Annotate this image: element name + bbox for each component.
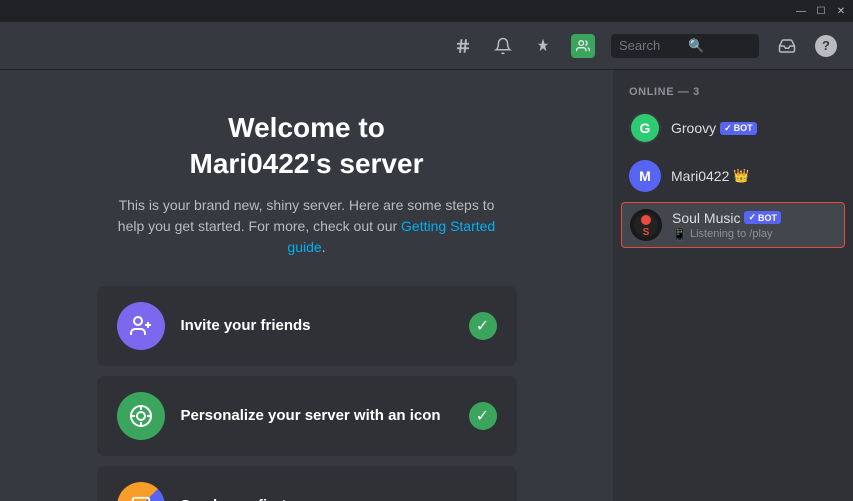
- member-groovy[interactable]: G Groovy ✓ BOT: [621, 106, 845, 150]
- task-message[interactable]: Send your first message ›: [97, 466, 517, 501]
- minimize-button[interactable]: —: [795, 5, 807, 17]
- task-invite-label: Invite your friends: [181, 317, 453, 334]
- help-icon[interactable]: ?: [815, 35, 837, 57]
- member-soul-info: Soul Music ✓ BOT 📱 Listening to /play: [672, 210, 836, 241]
- bell-icon[interactable]: [491, 34, 515, 58]
- member-soul-music[interactable]: S Soul Music ✓ BOT 📱 Listening to /play: [621, 202, 845, 248]
- avatar-mari0422: M: [629, 160, 661, 192]
- member-mari-name: Mari0422: [671, 168, 729, 184]
- title-bar: — ☐ ✕: [0, 0, 853, 22]
- task-message-icon: [117, 482, 165, 501]
- members-icon[interactable]: [571, 34, 595, 58]
- welcome-area: Welcome to Mari0422's server This is you…: [0, 70, 613, 501]
- welcome-title: Welcome to Mari0422's server: [190, 110, 424, 183]
- task-personalize-label: Personalize your server with an icon: [181, 407, 453, 424]
- task-message-label: Send your first message: [181, 497, 475, 501]
- member-mari0422[interactable]: M Mari0422 👑: [621, 154, 845, 198]
- task-invite-icon: [117, 302, 165, 350]
- task-personalize-check: ✓: [469, 402, 497, 430]
- phone-status-icon: 📱: [672, 227, 687, 241]
- member-mari-info: Mari0422 👑: [671, 168, 837, 184]
- members-sidebar: ONLINE — 3 G Groovy ✓ BOT: [613, 70, 853, 501]
- avatar-groovy: G: [629, 112, 661, 144]
- member-soul-status: 📱 Listening to /play: [672, 227, 836, 241]
- member-soul-name-row: Soul Music ✓ BOT: [672, 210, 836, 226]
- search-icon: 🔍: [688, 38, 751, 54]
- task-invite[interactable]: Invite your friends ✓: [97, 286, 517, 366]
- task-message-arrow: ›: [491, 495, 497, 501]
- svg-text:S: S: [643, 227, 650, 238]
- welcome-description: This is your brand new, shiny server. He…: [117, 195, 497, 258]
- online-count-header: ONLINE — 3: [621, 86, 845, 98]
- member-soul-bot-badge: ✓ BOT: [744, 211, 781, 224]
- task-personalize[interactable]: Personalize your server with an icon ✓: [97, 376, 517, 456]
- crown-icon: 👑: [733, 168, 749, 184]
- member-mari-name-row: Mari0422 👑: [671, 168, 837, 184]
- svg-text:G: G: [640, 120, 651, 136]
- main-content: Welcome to Mari0422's server This is you…: [0, 70, 853, 501]
- inbox-icon[interactable]: [775, 34, 799, 58]
- toolbar: Search 🔍 ?: [0, 22, 853, 70]
- member-groovy-bot-badge: ✓ BOT: [720, 122, 757, 135]
- avatar-soul-music: S: [630, 209, 662, 241]
- maximize-button[interactable]: ☐: [815, 5, 827, 17]
- member-groovy-name-row: Groovy ✓ BOT: [671, 120, 837, 136]
- pin-icon[interactable]: [531, 34, 555, 58]
- search-placeholder: Search: [619, 38, 682, 53]
- close-button[interactable]: ✕: [835, 5, 847, 17]
- task-list: Invite your friends ✓ Personalize your s…: [97, 286, 517, 501]
- task-personalize-icon: [117, 392, 165, 440]
- hashtag-icon[interactable]: [451, 34, 475, 58]
- member-groovy-info: Groovy ✓ BOT: [671, 120, 837, 136]
- task-invite-check: ✓: [469, 312, 497, 340]
- member-soul-container: S Soul Music ✓ BOT 📱 Listening to /play: [621, 202, 845, 248]
- member-soul-name: Soul Music: [672, 210, 740, 226]
- search-box[interactable]: Search 🔍: [611, 34, 759, 58]
- member-groovy-name: Groovy: [671, 120, 716, 136]
